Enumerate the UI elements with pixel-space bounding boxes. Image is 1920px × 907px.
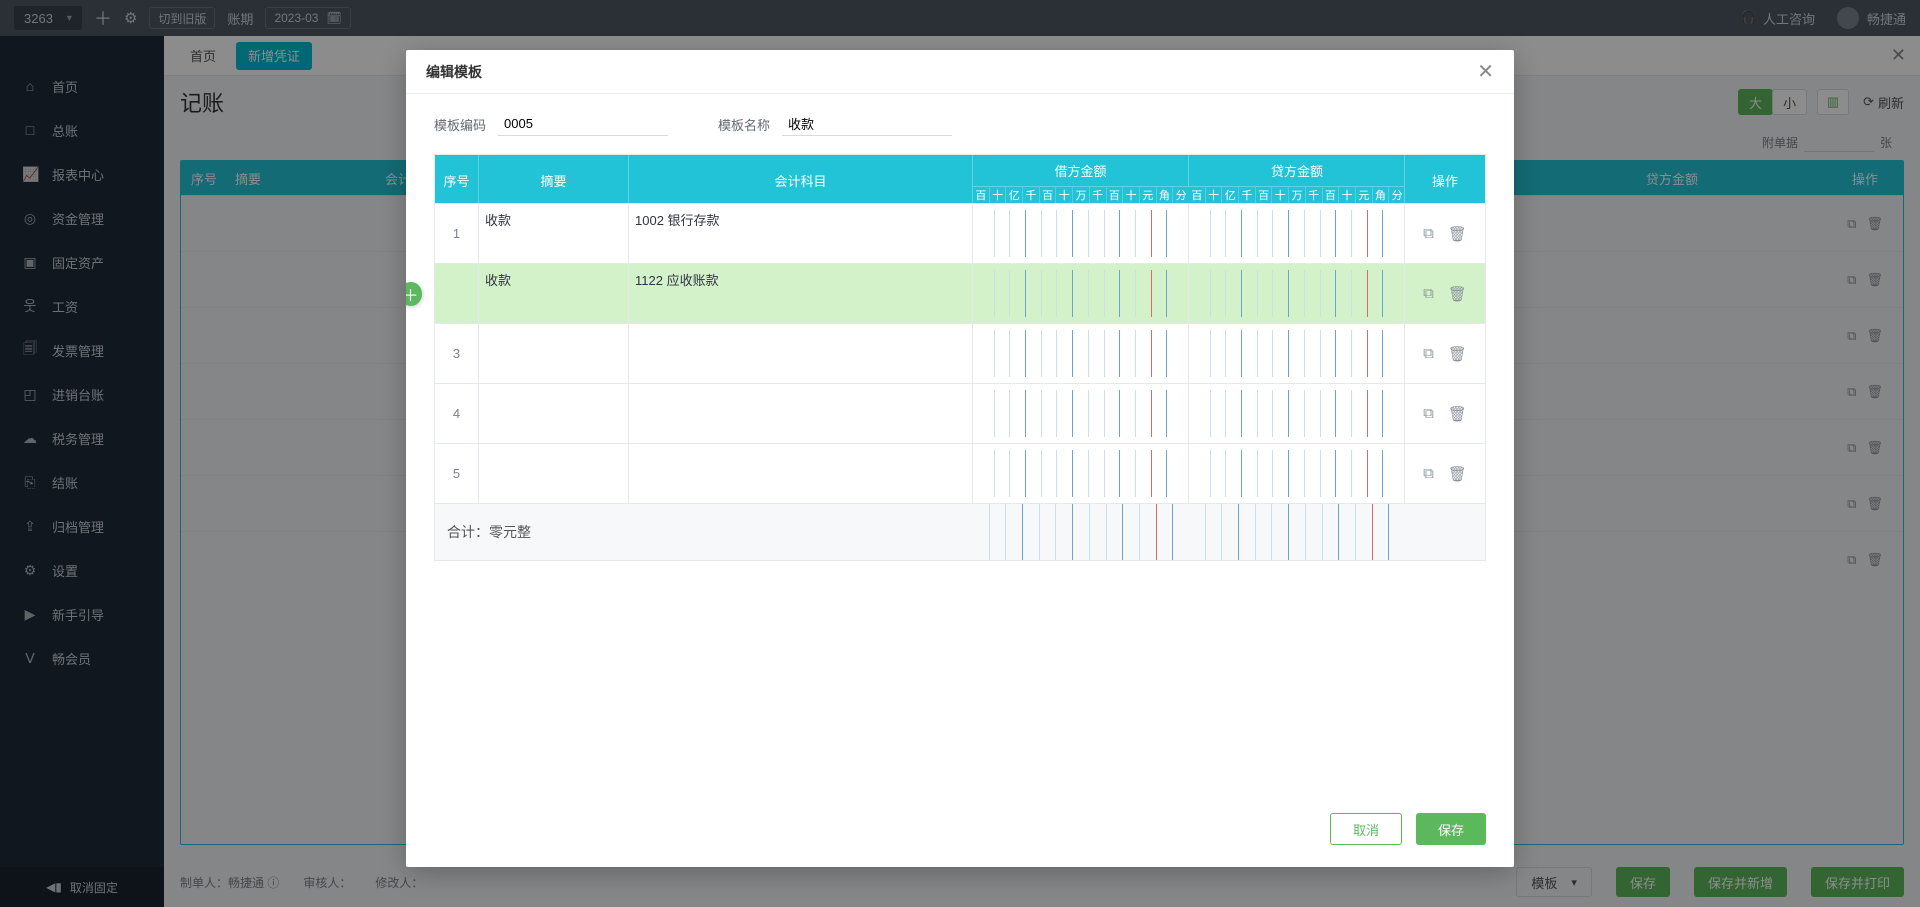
col-sub: 会计科目 xyxy=(629,155,973,203)
row-abstract[interactable]: 收款 xyxy=(479,264,629,323)
col-abs: 摘要 xyxy=(479,155,629,203)
unit-label: 百 xyxy=(1189,187,1206,203)
row-subject[interactable] xyxy=(629,384,973,443)
unit-label: 百 xyxy=(973,187,990,203)
template-code-label: 模板编码 xyxy=(434,115,486,134)
unit-label: 十 xyxy=(1272,187,1289,203)
dialog-save-button[interactable]: 保存 xyxy=(1416,813,1486,845)
template-name-input[interactable] xyxy=(782,112,952,136)
template-row[interactable]: 4 ⧉ 🗑 xyxy=(435,383,1485,443)
col-deb: 借方金额 xyxy=(973,155,1189,186)
copy-row-icon[interactable]: ⧉ xyxy=(1423,465,1434,482)
row-abstract[interactable]: 收款 xyxy=(479,204,629,263)
unit-label: 十 xyxy=(1056,187,1073,203)
row-credit[interactable] xyxy=(1189,324,1405,383)
row-debit[interactable] xyxy=(973,264,1189,323)
unit-label: 亿 xyxy=(1222,187,1239,203)
row-debit[interactable] xyxy=(973,444,1189,503)
row-subject[interactable] xyxy=(629,324,973,383)
modal-overlay: 编辑模板 ✕ 模板编码 模板名称 序号 摘要 会计科目 xyxy=(0,0,1920,907)
col-seq: 序号 xyxy=(435,155,479,203)
template-table: 序号 摘要 会计科目 借方金额 贷方金额 百十亿千百十万千百十元角分 百十亿千百… xyxy=(434,154,1486,561)
row-debit[interactable] xyxy=(973,204,1189,263)
template-row[interactable]: 3 ⧉ 🗑 xyxy=(435,323,1485,383)
unit-label: 亿 xyxy=(1006,187,1023,203)
copy-row-icon[interactable]: ⧉ xyxy=(1423,345,1434,362)
unit-label: 十 xyxy=(1339,187,1356,203)
dialog-cancel-button[interactable]: 取消 xyxy=(1330,813,1402,845)
row-credit[interactable] xyxy=(1189,384,1405,443)
dialog-title: 编辑模板 xyxy=(426,62,482,82)
row-subject[interactable]: 1002 银行存款 xyxy=(629,204,973,263)
unit-label: 十 xyxy=(1206,187,1223,203)
edit-template-dialog: 编辑模板 ✕ 模板编码 模板名称 序号 摘要 会计科目 xyxy=(406,50,1514,867)
row-abstract[interactable] xyxy=(479,324,629,383)
template-row[interactable]: 5 ⧉ 🗑 xyxy=(435,443,1485,503)
col-cre: 贷方金额 xyxy=(1189,155,1405,186)
unit-label: 万 xyxy=(1073,187,1090,203)
row-abstract[interactable] xyxy=(479,444,629,503)
unit-label: 百 xyxy=(1256,187,1273,203)
total-text: 零元整 xyxy=(489,524,531,540)
unit-label: 十 xyxy=(1123,187,1140,203)
unit-label: 百 xyxy=(1040,187,1057,203)
add-row-button[interactable]: ＋ xyxy=(406,282,423,306)
unit-label: 元 xyxy=(1356,187,1373,203)
unit-label: 千 xyxy=(1306,187,1323,203)
row-seq: 1 xyxy=(435,204,479,263)
delete-row-icon[interactable]: 🗑 xyxy=(1448,225,1467,243)
unit-label: 百 xyxy=(1107,187,1124,203)
unit-label: 分 xyxy=(1389,187,1405,203)
unit-label: 角 xyxy=(1373,187,1390,203)
template-code-input[interactable] xyxy=(498,112,668,136)
row-subject[interactable]: 1122 应收账款 xyxy=(629,264,973,323)
delete-row-icon[interactable]: 🗑 xyxy=(1448,405,1467,423)
template-row[interactable]: ＋收款1122 应收账款⧉🗑 xyxy=(435,263,1485,323)
delete-row-icon[interactable]: 🗑 xyxy=(1448,465,1467,483)
unit-label: 十 xyxy=(990,187,1007,203)
row-credit[interactable] xyxy=(1189,204,1405,263)
row-credit[interactable] xyxy=(1189,444,1405,503)
copy-row-icon[interactable]: ⧉ xyxy=(1423,405,1434,422)
template-row[interactable]: 1收款1002 银行存款 ⧉ 🗑 xyxy=(435,203,1485,263)
row-credit[interactable] xyxy=(1189,264,1405,323)
unit-label: 千 xyxy=(1023,187,1040,203)
copy-row-icon[interactable]: ⧉ xyxy=(1423,225,1434,242)
total-label: 合计： xyxy=(447,524,489,540)
copy-row-icon[interactable]: ⧉ xyxy=(1423,285,1434,302)
row-seq xyxy=(435,264,479,323)
unit-label: 角 xyxy=(1157,187,1174,203)
row-seq: 3 xyxy=(435,324,479,383)
delete-row-icon[interactable]: 🗑 xyxy=(1448,345,1467,363)
unit-label: 万 xyxy=(1289,187,1306,203)
unit-label: 千 xyxy=(1239,187,1256,203)
template-name-label: 模板名称 xyxy=(718,115,770,134)
unit-label: 千 xyxy=(1090,187,1107,203)
unit-label: 元 xyxy=(1140,187,1157,203)
row-debit[interactable] xyxy=(973,324,1189,383)
unit-label: 分 xyxy=(1173,187,1189,203)
row-debit[interactable] xyxy=(973,384,1189,443)
row-subject[interactable] xyxy=(629,444,973,503)
row-seq: 4 xyxy=(435,384,479,443)
dialog-close-button[interactable]: ✕ xyxy=(1477,59,1494,84)
delete-row-icon[interactable]: 🗑 xyxy=(1448,285,1467,303)
row-seq: 5 xyxy=(435,444,479,503)
unit-label: 百 xyxy=(1323,187,1340,203)
col-ops: 操作 xyxy=(1405,155,1485,203)
row-abstract[interactable] xyxy=(479,384,629,443)
